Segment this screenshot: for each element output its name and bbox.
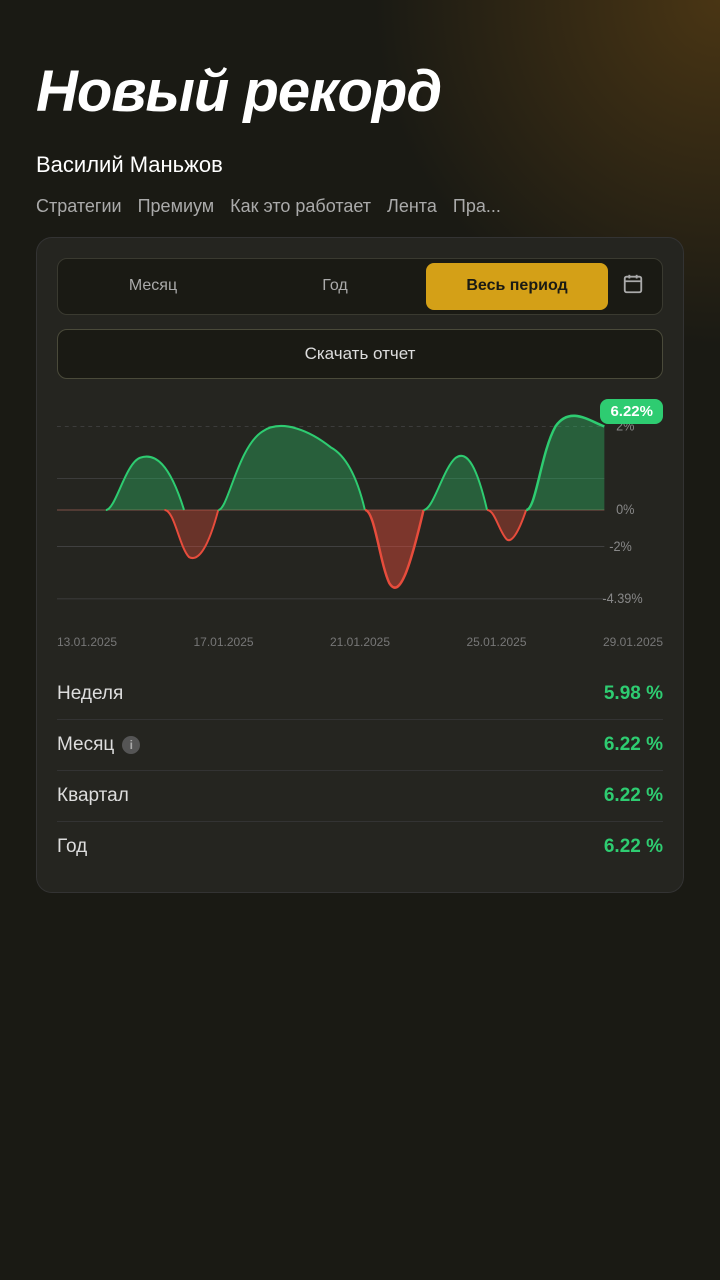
chart-svg: 2% 0% -2% -4.39% (57, 395, 663, 625)
nav-tab-feed[interactable]: Лента (387, 196, 437, 217)
stat-value-month: 6.22 % (604, 734, 663, 756)
x-axis-labels: 13.01.2025 17.01.2025 21.01.2025 25.01.2… (57, 635, 663, 649)
period-btn-month[interactable]: Месяц (62, 263, 244, 310)
x-label-2: 17.01.2025 (193, 635, 253, 649)
svg-text:0%: 0% (616, 502, 635, 517)
page-title: Новый рекорд (36, 60, 684, 124)
stat-label-week: Неделя (57, 683, 123, 705)
stat-row-week: Неделя 5.98 % (57, 669, 663, 720)
period-btn-year[interactable]: Год (244, 263, 426, 310)
stat-label-month: Месяц i (57, 734, 140, 756)
current-value-badge: 6.22% (600, 399, 663, 424)
username-label: Василий Маньжов (36, 152, 684, 178)
download-button[interactable]: Скачать отчет (57, 329, 663, 379)
stat-label-quarter: Квартал (57, 785, 129, 807)
period-selector: Месяц Год Весь период (57, 258, 663, 315)
period-btn-calendar[interactable] (608, 263, 658, 310)
x-label-1: 13.01.2025 (57, 635, 117, 649)
nav-tab-premium[interactable]: Премиум (138, 196, 215, 217)
stats-section: Неделя 5.98 % Месяц i 6.22 % Квартал 6.2… (57, 669, 663, 872)
stat-row-month: Месяц i 6.22 % (57, 720, 663, 771)
svg-text:-4.39%: -4.39% (602, 590, 643, 605)
nav-tabs: Стратегии Премиум Как это работает Лента… (36, 196, 684, 217)
info-icon-month[interactable]: i (122, 736, 140, 754)
main-card: Месяц Год Весь период Скачать отчет 6.22… (36, 237, 684, 893)
x-label-4: 25.01.2025 (466, 635, 526, 649)
nav-tab-more[interactable]: Пра... (453, 196, 501, 217)
x-label-5: 29.01.2025 (603, 635, 663, 649)
chart-container: 6.22% (57, 395, 663, 625)
nav-tab-how[interactable]: Как это работает (230, 196, 371, 217)
x-label-3: 21.01.2025 (330, 635, 390, 649)
stat-row-year: Год 6.22 % (57, 822, 663, 872)
stat-value-week: 5.98 % (604, 683, 663, 705)
stat-value-quarter: 6.22 % (604, 785, 663, 807)
svg-text:-2%: -2% (609, 538, 632, 553)
nav-tab-strategies[interactable]: Стратегии (36, 196, 122, 217)
stat-value-year: 6.22 % (604, 836, 663, 858)
stat-label-year: Год (57, 836, 87, 858)
period-btn-all[interactable]: Весь период (426, 263, 608, 310)
stat-row-quarter: Квартал 6.22 % (57, 771, 663, 822)
